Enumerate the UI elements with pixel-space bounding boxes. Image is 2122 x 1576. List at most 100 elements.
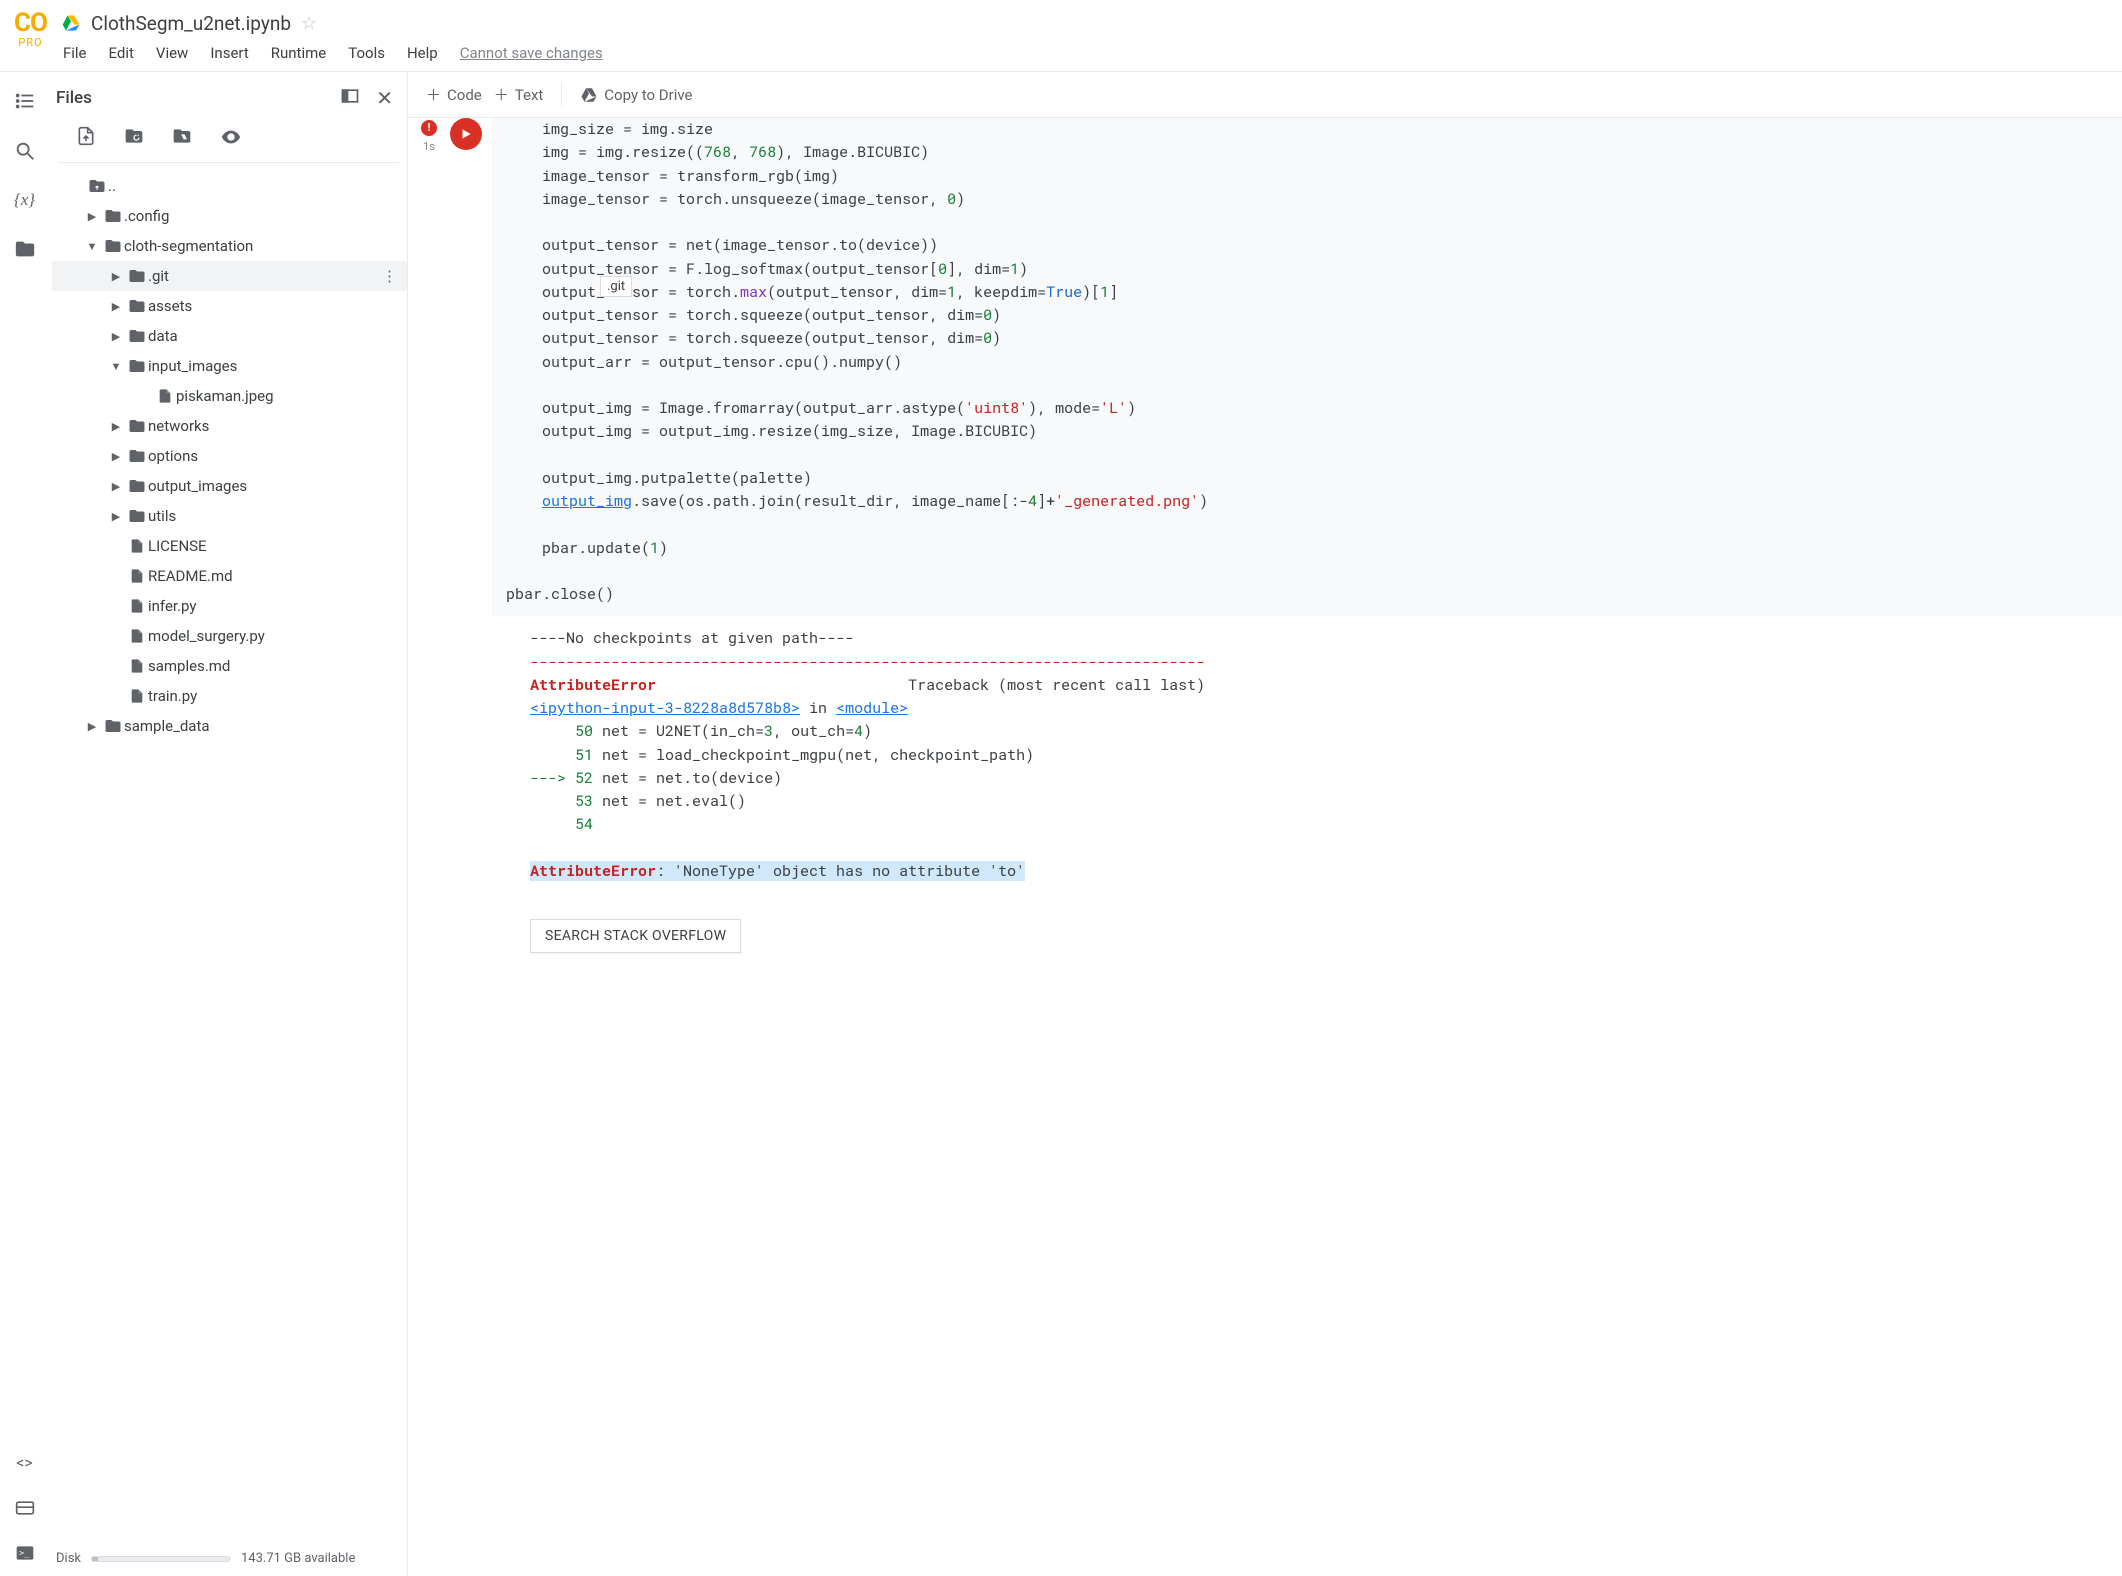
menu-runtime[interactable]: Runtime <box>271 44 326 62</box>
notebook-main: ＋ Code ＋ Text Copy to Drive ! 1s <box>408 72 2122 1576</box>
chevron-icon[interactable]: ▼ <box>106 360 126 373</box>
run-cell-button[interactable] <box>450 118 482 150</box>
tree-item-label: samples.md <box>148 657 230 675</box>
copy-to-drive-button[interactable]: Copy to Drive <box>580 86 692 104</box>
refresh-icon[interactable] <box>124 126 144 152</box>
tree-item-piskaman-jpeg[interactable]: piskaman.jpeg <box>52 381 407 411</box>
upload-file-icon[interactable] <box>76 126 96 152</box>
add-text-button[interactable]: ＋ Text <box>494 84 544 105</box>
folder-icon <box>126 477 148 495</box>
notebook-title[interactable]: ClothSegm_u2net.ipynb <box>91 12 291 35</box>
search-stackoverflow-button[interactable]: SEARCH STACK OVERFLOW <box>530 919 741 953</box>
more-icon[interactable]: ⋮ <box>382 267 397 285</box>
chevron-icon[interactable]: ▶ <box>106 450 126 463</box>
exec-time: 1s <box>423 140 435 153</box>
tree-item-train-py[interactable]: train.py <box>52 681 407 711</box>
tree-item-label: .config <box>124 207 169 225</box>
tree-up[interactable]: .. <box>52 171 407 201</box>
tree-item-label: assets <box>148 297 192 315</box>
chevron-icon[interactable]: ▶ <box>106 300 126 313</box>
file-icon <box>154 387 176 405</box>
file-icon <box>126 597 148 615</box>
tree-item-output-images[interactable]: ▶ output_images <box>52 471 407 501</box>
cannot-save-notice[interactable]: Cannot save changes <box>460 44 603 62</box>
menu-file[interactable]: File <box>63 44 87 62</box>
toggle-hidden-icon[interactable] <box>220 126 242 152</box>
code-editor[interactable]: img_size = img.size img = img.resize((76… <box>492 118 2122 616</box>
tree-item-label: cloth-segmentation <box>124 237 253 255</box>
terminal-icon[interactable]: >_ <box>15 1544 35 1562</box>
menu-help[interactable]: Help <box>407 44 438 62</box>
chevron-icon[interactable]: ▶ <box>106 510 126 523</box>
files-rail-icon[interactable] <box>14 238 36 260</box>
files-panel: Files ✕ .. ▶ .config ▼ cloth-segmentation ▶.… <box>50 72 408 1576</box>
folder-icon <box>126 417 148 435</box>
menu-edit[interactable]: Edit <box>109 44 134 62</box>
file-icon <box>126 537 148 555</box>
menu-insert[interactable]: Insert <box>210 44 248 62</box>
tree-item-label: infer.py <box>148 597 197 615</box>
folder-icon <box>102 207 124 225</box>
tree-item-data[interactable]: ▶ data <box>52 321 407 351</box>
folder-icon <box>126 267 148 285</box>
tree-item-readme-md[interactable]: README.md <box>52 561 407 591</box>
mount-drive-icon[interactable] <box>172 126 192 152</box>
folder-icon <box>126 297 148 315</box>
chevron-icon[interactable]: ▼ <box>82 240 102 253</box>
tree-item--git[interactable]: ▶.git⋮ <box>52 261 407 291</box>
tree-item-label: train.py <box>148 687 197 705</box>
tree-item-license[interactable]: LICENSE <box>52 531 407 561</box>
svg-text:>_: >_ <box>19 1548 30 1558</box>
chevron-icon[interactable]: ▶ <box>106 270 126 283</box>
tree-item-label: input_images <box>148 357 237 375</box>
tree-item-label: networks <box>148 417 209 435</box>
tree-item-samples-md[interactable]: samples.md <box>52 651 407 681</box>
tree-item-utils[interactable]: ▶utils <box>52 501 407 531</box>
folder-up-icon <box>86 177 108 195</box>
tree-item-infer-py[interactable]: infer.py <box>52 591 407 621</box>
tree-item-options[interactable]: ▶ options <box>52 441 407 471</box>
disk-bar <box>91 1556 231 1562</box>
tree-item-cloth-segmentation[interactable]: ▼ cloth-segmentation <box>52 231 407 261</box>
menu-view[interactable]: View <box>156 44 188 62</box>
header-view-icon[interactable] <box>340 86 360 110</box>
code-snippets-icon[interactable]: <> <box>16 1453 33 1472</box>
search-icon[interactable] <box>14 140 36 162</box>
files-panel-title: Files <box>56 88 92 108</box>
tree-item-label: README.md <box>148 567 233 585</box>
variables-icon[interactable]: {x} <box>14 190 35 210</box>
file-icon <box>126 627 148 645</box>
toc-icon[interactable] <box>14 90 36 112</box>
chevron-icon[interactable]: ▶ <box>82 210 102 223</box>
tree-item-label: output_images <box>148 477 247 495</box>
menu-tools[interactable]: Tools <box>348 44 385 62</box>
tree-item-input-images[interactable]: ▼ input_images <box>52 351 407 381</box>
menu-bar: File Edit View Insert Runtime Tools Help… <box>61 40 2108 70</box>
tree-item-label: model_surgery.py <box>148 627 265 645</box>
chevron-icon[interactable]: ▶ <box>82 720 102 733</box>
chevron-icon[interactable]: ▶ <box>106 420 126 433</box>
star-icon[interactable]: ☆ <box>301 13 317 34</box>
file-tree[interactable]: .. ▶.config▼cloth-segmentation▶.git⋮▶ass… <box>50 163 407 1541</box>
command-palette-icon[interactable] <box>15 1500 35 1516</box>
tree-item-label: LICENSE <box>148 537 207 555</box>
tree-item-label: data <box>148 327 178 345</box>
pro-badge: PRO <box>14 36 47 49</box>
chevron-icon[interactable]: ▶ <box>106 330 126 343</box>
folder-icon <box>102 717 124 735</box>
tree-item-sample-data[interactable]: ▶sample_data <box>52 711 407 741</box>
tree-item-networks[interactable]: ▶ networks <box>52 411 407 441</box>
chevron-icon[interactable]: ▶ <box>106 480 126 493</box>
disk-available: 143.71 GB available <box>241 1551 355 1566</box>
close-panel-icon[interactable]: ✕ <box>376 86 393 110</box>
drive-icon <box>61 13 81 33</box>
add-code-button[interactable]: ＋ Code <box>426 84 482 105</box>
folder-icon <box>126 357 148 375</box>
tree-tooltip: .git <box>600 276 632 297</box>
tree-item--config[interactable]: ▶ .config <box>52 201 407 231</box>
tree-item-label: options <box>148 447 198 465</box>
tree-item-assets[interactable]: ▶ assets <box>52 291 407 321</box>
cell-toolbar: ＋ Code ＋ Text Copy to Drive <box>408 72 2122 118</box>
code-cell[interactable]: ! 1s img_size = img.size img = img.resiz… <box>408 118 2122 953</box>
tree-item-model-surgery-py[interactable]: model_surgery.py <box>52 621 407 651</box>
